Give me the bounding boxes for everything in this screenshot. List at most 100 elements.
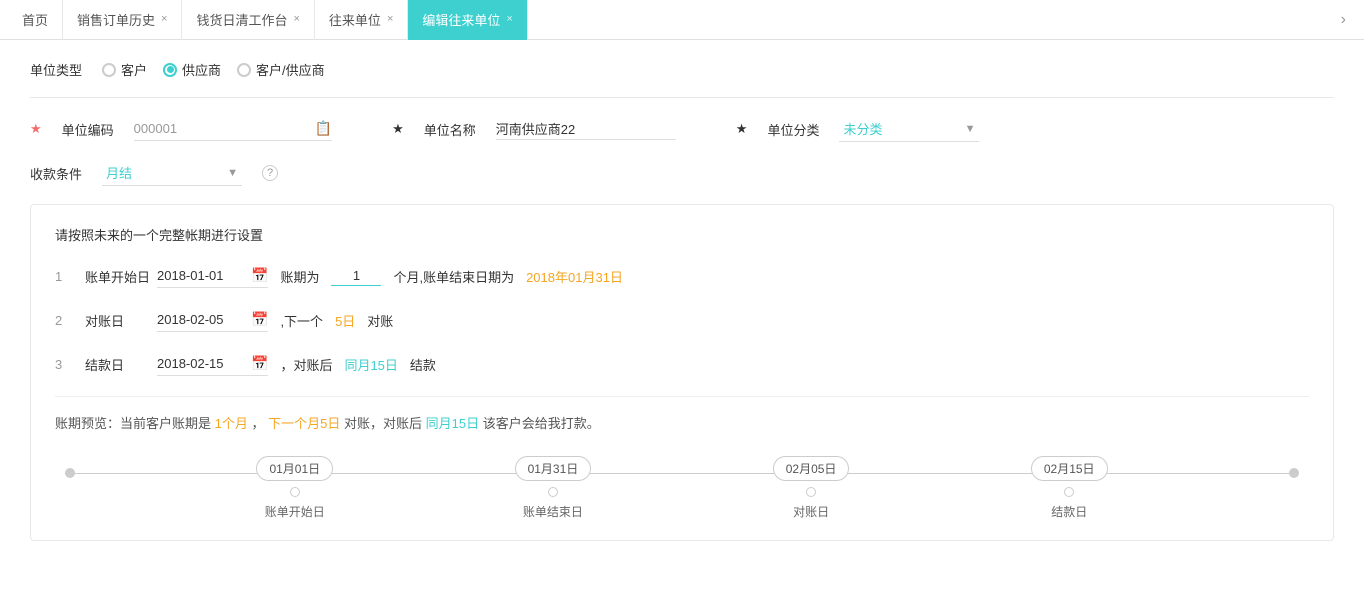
- date-value-3[interactable]: [157, 356, 247, 371]
- timeline-dot-4: [1064, 487, 1074, 497]
- payment-terms-label: 收款条件: [30, 164, 82, 183]
- row-suffix-1: 个月,账单结束日期为: [393, 267, 514, 286]
- cal-icon-1[interactable]: 📅: [251, 267, 268, 284]
- radio-customer-circle: [102, 63, 116, 77]
- radio-customer[interactable]: 客户: [102, 60, 147, 79]
- unit-name-required-star: ★: [392, 121, 404, 137]
- tab-sales-history[interactable]: 销售订单历史 ×: [63, 0, 182, 40]
- timeline-label-4: 结款日: [1051, 503, 1087, 520]
- timeline-end-dot: [1289, 468, 1299, 478]
- tab-edit-contact-label: 编辑往来单位: [422, 10, 500, 29]
- row-mid-text-1: 账期为: [280, 267, 319, 286]
- section-title: 请按照未来的一个完整帐期进行设置: [55, 225, 1309, 244]
- unit-code-required-star: ★: [30, 121, 42, 137]
- timeline-badge-3: 02月05日: [773, 456, 850, 481]
- timeline-point-1-group: 01月01日 账单开始日: [256, 456, 333, 520]
- unit-name-input[interactable]: [496, 121, 672, 136]
- tab-cash-work[interactable]: 钱货日清工作台 ×: [182, 0, 314, 40]
- row-suffix-2: 对账: [367, 311, 393, 330]
- timeline-point-4-group: 02月15日 结款日: [1031, 456, 1108, 520]
- tabs-expander[interactable]: ›: [1331, 11, 1356, 29]
- radio-supplier-circle: [163, 63, 177, 77]
- config-row-3: 3 结款日 📅 ，对账后 同月15日 结款: [55, 352, 1309, 376]
- cal-icon-2[interactable]: 📅: [251, 311, 268, 328]
- row-num-1: 1: [55, 269, 73, 284]
- timeline-end-dot-group: [1289, 456, 1299, 478]
- radio-customer-supplier-circle: [237, 63, 251, 77]
- row-num-3: 3: [55, 357, 73, 372]
- payment-terms-row: 收款条件 月结 ▼ ?: [30, 160, 1334, 186]
- timeline-points: 01月01日 账单开始日 01月31日 账单结束日 02月05日: [65, 456, 1299, 520]
- timeline-dot-3: [806, 487, 816, 497]
- tab-edit-contact[interactable]: 编辑往来单位 ×: [408, 0, 527, 40]
- tab-sales-history-close[interactable]: ×: [161, 14, 167, 25]
- timeline: 01月01日 账单开始日 01月31日 账单结束日 02月05日: [65, 456, 1299, 520]
- unit-name-field[interactable]: [496, 118, 676, 140]
- row-mid-text-3: ，对账后: [280, 355, 332, 374]
- timeline-start-dot-group: [65, 456, 75, 478]
- preview-highlight1: 1个月: [215, 416, 248, 431]
- unit-category-select[interactable]: 未分类 ▼: [839, 116, 979, 142]
- row-field-label-1: 账单开始日: [85, 267, 145, 286]
- preview-mid1: ，: [252, 416, 265, 431]
- date-input-2[interactable]: 📅: [157, 308, 268, 332]
- unit-name-label: 单位名称: [424, 120, 476, 139]
- unit-code-icon[interactable]: 📋: [315, 120, 332, 137]
- unit-category-arrow-icon: ▼: [965, 123, 976, 135]
- tab-cash-work-close[interactable]: ×: [293, 14, 299, 25]
- date-input-3[interactable]: 📅: [157, 352, 268, 376]
- tabs-bar: 首页 销售订单历史 × 钱货日清工作台 × 往来单位 × 编辑往来单位 × ›: [0, 0, 1364, 40]
- unit-type-row: 单位类型 客户 供应商 客户/供应商: [30, 60, 1334, 79]
- divider1: [30, 97, 1334, 98]
- unit-type-radio-group: 客户 供应商 客户/供应商: [102, 60, 325, 79]
- row-highlight-3: 同月15日: [344, 355, 397, 374]
- timeline-label-2: 账单结束日: [523, 503, 583, 520]
- tab-home-label: 首页: [22, 10, 48, 29]
- unit-fields-row: ★ 单位编码 📋 ★ 单位名称 ★ 单位分类 未分类 ▼: [30, 116, 1334, 142]
- timeline-label-3: 对账日: [793, 503, 829, 520]
- row-highlight-2: 5日: [335, 311, 355, 330]
- timeline-badge-4: 02月15日: [1031, 456, 1108, 481]
- period-input-1[interactable]: [331, 266, 381, 286]
- preview-suffix: 该客户会给我打款。: [483, 416, 600, 431]
- section-divider: [55, 396, 1309, 397]
- row-highlight-1: 2018年01月31日: [526, 267, 623, 286]
- row-num-2: 2: [55, 313, 73, 328]
- preview-text: 账期预览：当前客户账期是 1个月 ， 下一个月5日 对账，对账后 同月15日 该…: [55, 413, 1309, 432]
- timeline-point-2-group: 01月31日 账单结束日: [515, 456, 592, 520]
- tab-contacts-close[interactable]: ×: [387, 14, 393, 25]
- date-input-1[interactable]: 📅: [157, 264, 268, 288]
- timeline-dot-1: [290, 487, 300, 497]
- preview-prefix: 账期预览：当前客户账期是: [55, 416, 211, 431]
- preview-highlight2: 下一个月5日: [268, 416, 340, 431]
- unit-code-input[interactable]: [134, 121, 310, 136]
- radio-supplier-label: 供应商: [182, 60, 221, 79]
- radio-supplier[interactable]: 供应商: [163, 60, 221, 79]
- unit-code-field[interactable]: 📋: [134, 117, 332, 141]
- page-content: 单位类型 客户 供应商 客户/供应商 ★ 单位编码 📋 ★ 单位名称: [0, 40, 1364, 608]
- config-row-2: 2 对账日 📅 ,下一个 5日 对账: [55, 308, 1309, 332]
- timeline-label-1: 账单开始日: [265, 503, 325, 520]
- tab-sales-history-label: 销售订单历史: [77, 10, 155, 29]
- preview-highlight3: 同月15日: [426, 416, 479, 431]
- payment-terms-select[interactable]: 月结 ▼: [102, 160, 242, 186]
- cal-icon-3[interactable]: 📅: [251, 355, 268, 372]
- radio-customer-supplier-label: 客户/供应商: [256, 60, 325, 79]
- unit-category-label: 单位分类: [767, 120, 819, 139]
- row-suffix-3: 结款: [410, 355, 436, 374]
- tab-home[interactable]: 首页: [8, 0, 63, 40]
- date-value-1[interactable]: [157, 268, 247, 283]
- tab-contacts[interactable]: 往来单位 ×: [315, 0, 408, 40]
- row-field-label-3: 结款日: [85, 355, 145, 374]
- tab-contacts-label: 往来单位: [329, 10, 381, 29]
- config-row-1: 1 账单开始日 📅 账期为 个月,账单结束日期为 2018年01月31日: [55, 264, 1309, 288]
- preview-mid2: 对账，对账后: [344, 416, 422, 431]
- unit-type-label: 单位类型: [30, 60, 82, 79]
- radio-customer-supplier[interactable]: 客户/供应商: [237, 60, 325, 79]
- tab-edit-contact-close[interactable]: ×: [506, 14, 512, 25]
- row-mid-text-2: ,下一个: [280, 311, 323, 330]
- payment-terms-help-icon[interactable]: ?: [262, 165, 278, 181]
- date-value-2[interactable]: [157, 312, 247, 327]
- timeline-start-dot: [65, 468, 75, 478]
- radio-customer-label: 客户: [121, 60, 147, 79]
